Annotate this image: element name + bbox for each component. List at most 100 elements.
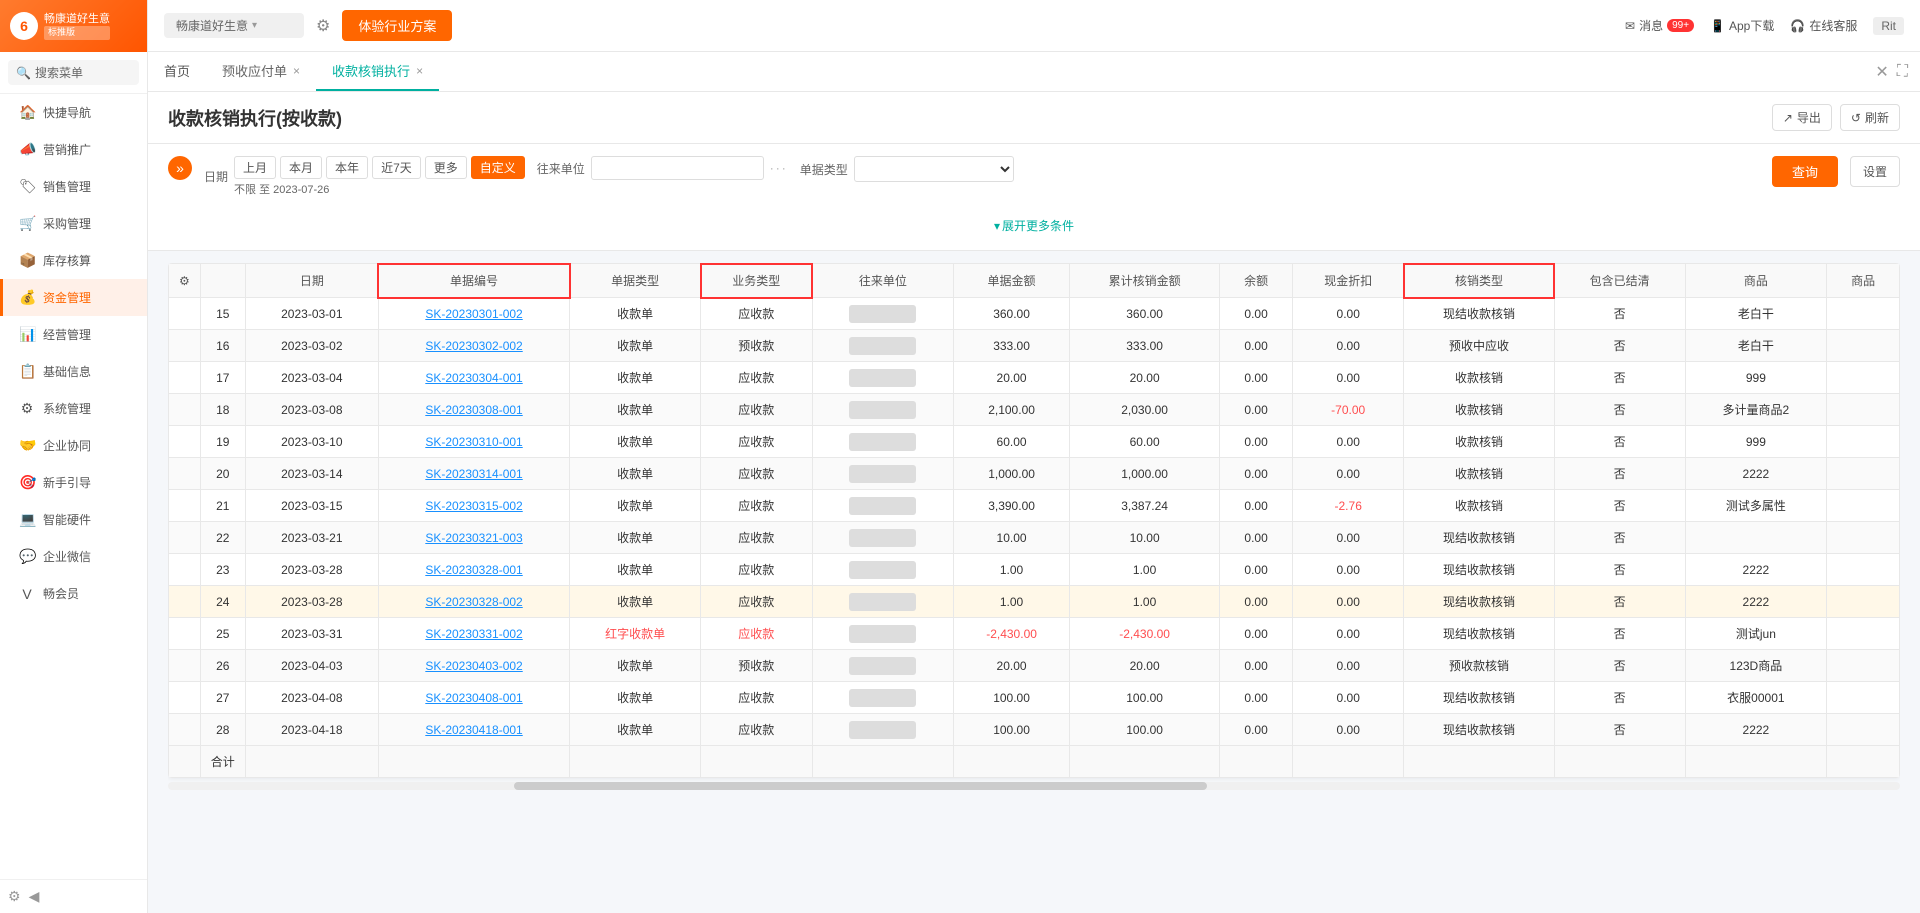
th-balance[interactable]: 余额 [1220, 264, 1293, 298]
th-goods2[interactable]: 商品 [1827, 264, 1900, 298]
sidebar-item-inventory[interactable]: 📦 库存核算 [0, 242, 147, 279]
table-cell: 27 [200, 682, 245, 714]
filter-date-7days[interactable]: 近7天 [372, 156, 421, 179]
th-goods[interactable]: 商品 [1685, 264, 1827, 298]
table-row[interactable]: 252023-03-31SK-20230331-002红字收款单应收款 -2,4… [169, 618, 1900, 650]
sidebar-item-system[interactable]: ⚙ 系统管理 [0, 390, 147, 427]
sidebar-item-basic[interactable]: 📋 基础信息 [0, 353, 147, 390]
table-row[interactable]: 202023-03-14SK-20230314-001收款单应收款 1,000.… [169, 458, 1900, 490]
tab-receipt-close[interactable]: × [416, 64, 423, 78]
user-name[interactable]: Rit [1873, 17, 1904, 35]
collapse-icon[interactable]: ◀ [29, 888, 40, 905]
sidebar-item-marketing[interactable]: 📣 营销推广 [0, 131, 147, 168]
sidebar-search[interactable]: 🔍 搜索菜单 [0, 52, 147, 94]
th-include-settled[interactable]: 包含已结清 [1554, 264, 1685, 298]
table-cell: 60.00 [1069, 426, 1219, 458]
table-cell: 收款核销 [1404, 458, 1554, 490]
filter-date-custom[interactable]: 自定义 [471, 156, 525, 179]
doc-no-link[interactable]: SK-20230321-003 [378, 522, 569, 554]
messages-action[interactable]: ✉ 消息 99+ [1625, 17, 1694, 34]
expand-more-link[interactable]: ▾ 展开更多条件 [994, 217, 1074, 234]
th-write-off-type[interactable]: 核销类型 [1404, 264, 1554, 298]
filter-settings-btn[interactable]: 设置 [1850, 156, 1900, 187]
filter-date-btns: 上月 本月 本年 近7天 更多 自定义 [234, 156, 525, 179]
filter-date-group: 日期 上月 本月 本年 近7天 更多 自定义 不限 至 2023-07-26 [204, 156, 525, 197]
solution-btn[interactable]: 体验行业方案 [342, 10, 452, 41]
table-row[interactable]: 172023-03-04SK-20230304-001收款单应收款 20.002… [169, 362, 1900, 394]
doc-no-link[interactable]: SK-20230315-002 [378, 490, 569, 522]
table-row[interactable]: 222023-03-21SK-20230321-003收款单应收款 10.001… [169, 522, 1900, 554]
th-doc-type[interactable]: 单据类型 [570, 264, 701, 298]
sidebar-item-quicknav[interactable]: 🏠 快捷导航 [0, 94, 147, 131]
filter-date-thisyear[interactable]: 本年 [326, 156, 368, 179]
doc-no-link[interactable]: SK-20230408-001 [378, 682, 569, 714]
sidebar-item-sales[interactable]: 🏷 销售管理 [0, 168, 147, 205]
close-window-btn[interactable]: ✕ [1875, 62, 1888, 82]
table-row[interactable]: 162023-03-02SK-20230302-002收款单预收款 333.00… [169, 330, 1900, 362]
sidebar-item-finance[interactable]: 💰 资金管理 [0, 279, 147, 316]
doc-no-link[interactable]: SK-20230308-001 [378, 394, 569, 426]
table-row[interactable]: 262023-04-03SK-20230403-002收款单预收款 20.002… [169, 650, 1900, 682]
doc-no-link[interactable]: SK-20230403-002 [378, 650, 569, 682]
online-service-action[interactable]: 🎧 在线客服 [1790, 17, 1857, 34]
sidebar-item-purchase[interactable]: 🛒 采购管理 [0, 205, 147, 242]
table-row[interactable]: 282023-04-18SK-20230418-001收款单应收款 100.00… [169, 714, 1900, 746]
doc-no-link[interactable]: SK-20230314-001 [378, 458, 569, 490]
table-cell: 应收款 [701, 586, 812, 618]
table-row[interactable]: 152023-03-01SK-20230301-002收款单应收款 360.00… [169, 298, 1900, 330]
th-partner[interactable]: 往来单位 [812, 264, 954, 298]
sidebar-item-wechat[interactable]: 💬 企业微信 [0, 538, 147, 575]
doc-no-link[interactable]: SK-20230328-001 [378, 554, 569, 586]
tab-prepay[interactable]: 预收应付单 × [206, 52, 316, 91]
filter-date-thismonth[interactable]: 本月 [280, 156, 322, 179]
tab-receipt[interactable]: 收款核销执行 × [316, 52, 439, 91]
th-biz-type[interactable]: 业务类型 [701, 264, 812, 298]
doc-no-link[interactable]: SK-20230302-002 [378, 330, 569, 362]
doc-no-link[interactable]: SK-20230304-001 [378, 362, 569, 394]
sidebar-item-operations[interactable]: 📊 经营管理 [0, 316, 147, 353]
th-discount[interactable]: 现金折扣 [1292, 264, 1403, 298]
table-scrollbar[interactable] [168, 782, 1900, 790]
filter-expand-btn[interactable]: » [168, 156, 192, 180]
export-btn[interactable]: ↗ 导出 [1772, 104, 1832, 131]
filter-date-more[interactable]: 更多 [425, 156, 467, 179]
th-doc-no[interactable]: 单据编号 [378, 264, 569, 298]
gear-icon[interactable]: ⚙ [316, 16, 330, 36]
doc-no-link[interactable]: SK-20230310-001 [378, 426, 569, 458]
table-row[interactable]: 212023-03-15SK-20230315-002收款单应收款 3,390.… [169, 490, 1900, 522]
maximize-btn[interactable]: ⛶ [1897, 63, 1908, 81]
tab-home[interactable]: 首页 [148, 52, 206, 91]
doc-no-link[interactable]: SK-20230328-002 [378, 586, 569, 618]
basic-icon: 📋 [19, 363, 35, 380]
doc-no-link[interactable]: SK-20230301-002 [378, 298, 569, 330]
th-write-off[interactable]: 累计核销金额 [1069, 264, 1219, 298]
summary-cell [1069, 746, 1219, 778]
tab-prepay-close[interactable]: × [293, 64, 300, 78]
doc-no-link[interactable]: SK-20230331-002 [378, 618, 569, 650]
table-row[interactable]: 182023-03-08SK-20230308-001收款单应收款 2,100.… [169, 394, 1900, 426]
th-amount[interactable]: 单据金额 [954, 264, 1070, 298]
sidebar-item-enterprise[interactable]: 🤝 企业协同 [0, 427, 147, 464]
settings-bottom-icon[interactable]: ⚙ [8, 888, 21, 905]
filter-date-lastmonth[interactable]: 上月 [234, 156, 276, 179]
table-cell [812, 650, 954, 682]
table-row[interactable]: 242023-03-28SK-20230328-002收款单应收款 1.001.… [169, 586, 1900, 618]
sidebar-item-guide[interactable]: 🎯 新手引导 [0, 464, 147, 501]
sidebar-item-hardware[interactable]: 💻 智能硬件 [0, 501, 147, 538]
refresh-btn[interactable]: ↺ 刷新 [1840, 104, 1900, 131]
app-download-action[interactable]: 📱 App下载 [1710, 17, 1774, 34]
sidebar-item-member[interactable]: V 畅会员 [0, 575, 147, 612]
table-cell: 20.00 [954, 650, 1070, 682]
th-settings[interactable]: ⚙ [169, 264, 201, 298]
filter-partner-input[interactable] [591, 156, 764, 180]
table-cell: 收款单 [570, 714, 701, 746]
table-cell: 否 [1554, 618, 1685, 650]
doc-no-link[interactable]: SK-20230418-001 [378, 714, 569, 746]
th-date[interactable]: 日期 [245, 264, 378, 298]
breadcrumb[interactable]: 畅康道好生意 ▾ [164, 13, 304, 38]
table-row[interactable]: 192023-03-10SK-20230310-001收款单应收款 60.006… [169, 426, 1900, 458]
table-row[interactable]: 272023-04-08SK-20230408-001收款单应收款 100.00… [169, 682, 1900, 714]
table-row[interactable]: 232023-03-28SK-20230328-001收款单应收款 1.001.… [169, 554, 1900, 586]
query-btn[interactable]: 查询 [1772, 156, 1838, 187]
filter-doctype-select[interactable] [854, 156, 1014, 182]
